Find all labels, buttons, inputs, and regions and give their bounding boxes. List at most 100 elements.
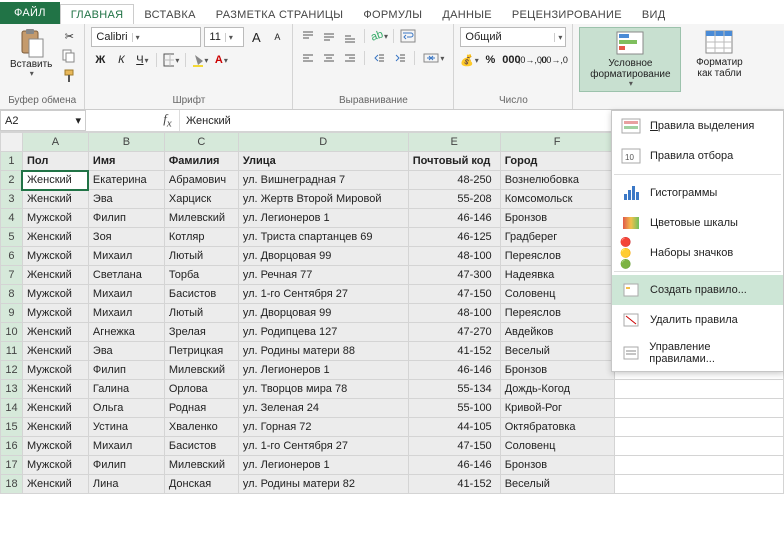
cell-B14[interactable]: Ольга [88,399,164,418]
cell-A8[interactable]: Мужской [22,285,88,304]
cell-F7[interactable]: Надеявка [500,266,614,285]
align-bottom-button[interactable] [341,27,359,45]
menu-manage-rules[interactable]: Управление правилами... [612,335,783,371]
cell-G17[interactable] [614,456,783,475]
paste-button[interactable]: Вставить▾ [6,27,56,81]
cell-F4[interactable]: Бронзов [500,209,614,228]
cell-F18[interactable]: Веселый [500,475,614,494]
row-header-18[interactable]: 18 [1,475,23,494]
cell-C15[interactable]: Хваленко [164,418,238,437]
cell-E15[interactable]: 44-105 [408,418,500,437]
cell-D14[interactable]: ул. Зеленая 24 [238,399,408,418]
cell-F10[interactable]: Авдейков [500,323,614,342]
cell-F9[interactable]: Переяслов [500,304,614,323]
fill-color-button[interactable]: ▾ [191,51,209,69]
cell-C2[interactable]: Абрамович [164,171,238,190]
cell-B15[interactable]: Устина [88,418,164,437]
cell-C1[interactable]: Фамилия [164,152,238,171]
cell-A2[interactable]: Женский [22,171,88,190]
cell-C8[interactable]: Басистов [164,285,238,304]
cell-D5[interactable]: ул. Триста спартанцев 69 [238,228,408,247]
wrap-text-button[interactable] [399,27,417,45]
cell-B10[interactable]: Агнежка [88,323,164,342]
cell-E11[interactable]: 41-152 [408,342,500,361]
cell-E12[interactable]: 46-146 [408,361,500,380]
cell-B13[interactable]: Галина [88,380,164,399]
row-header-6[interactable]: 6 [1,247,23,266]
cell-D10[interactable]: ул. Родипцева 127 [238,323,408,342]
cell-F13[interactable]: Дождь-Когод [500,380,614,399]
cell-A18[interactable]: Женский [22,475,88,494]
cell-C14[interactable]: Родная [164,399,238,418]
cell-C5[interactable]: Котляр [164,228,238,247]
cell-F2[interactable]: Вознелюбовка [500,171,614,190]
cell-F3[interactable]: Комсомольск [500,190,614,209]
cell-A9[interactable]: Мужской [22,304,88,323]
row-header-9[interactable]: 9 [1,304,23,323]
row-header-14[interactable]: 14 [1,399,23,418]
align-middle-button[interactable] [320,27,338,45]
tab-formulas[interactable]: ФОРМУЛЫ [353,5,432,24]
cell-B7[interactable]: Светлана [88,266,164,285]
cell-A7[interactable]: Женский [22,266,88,285]
cell-C16[interactable]: Басистов [164,437,238,456]
number-format-combo[interactable]: Общий▾ [460,27,566,47]
cell-A12[interactable]: Мужской [22,361,88,380]
cell-E2[interactable]: 48-250 [408,171,500,190]
cell-C17[interactable]: Милевский [164,456,238,475]
cell-G18[interactable] [614,475,783,494]
cell-D15[interactable]: ул. Горная 72 [238,418,408,437]
font-name-combo[interactable]: Calibri▾ [91,27,201,47]
cell-D6[interactable]: ул. Дворцовая 99 [238,247,408,266]
menu-icon-sets[interactable]: 🔴🟡🟢 Наборы значков [612,238,783,268]
cell-F16[interactable]: Соловенц [500,437,614,456]
row-header-5[interactable]: 5 [1,228,23,247]
underline-button[interactable]: Ч▾ [133,51,151,69]
row-header-2[interactable]: 2 [1,171,23,190]
accounting-button[interactable]: 💰▾ [460,51,478,69]
cell-F8[interactable]: Соловенц [500,285,614,304]
cell-A4[interactable]: Мужской [22,209,88,228]
cell-C13[interactable]: Орлова [164,380,238,399]
cell-A16[interactable]: Мужской [22,437,88,456]
tab-data[interactable]: ДАННЫЕ [432,5,502,24]
cell-A10[interactable]: Женский [22,323,88,342]
font-size-combo[interactable]: 11▾ [204,27,244,47]
cell-G15[interactable] [614,418,783,437]
bold-button[interactable]: Ж [91,51,109,69]
cell-B6[interactable]: Михаил [88,247,164,266]
col-header-D[interactable]: D [238,133,408,152]
cell-D2[interactable]: ул. Вишнеградная 7 [238,171,408,190]
cell-B1[interactable]: Имя [88,152,164,171]
cell-E16[interactable]: 47-150 [408,437,500,456]
decrease-font-button[interactable]: A [268,28,286,46]
tab-view[interactable]: ВИД [632,5,676,24]
cell-C12[interactable]: Милевский [164,361,238,380]
cell-B12[interactable]: Филип [88,361,164,380]
menu-color-scales[interactable]: Цветовые шкалы [612,208,783,238]
cell-D3[interactable]: ул. Жертв Второй Мировой [238,190,408,209]
font-color-button[interactable]: A▾ [212,51,230,69]
cell-D13[interactable]: ул. Творцов мира 78 [238,380,408,399]
cell-G14[interactable] [614,399,783,418]
cell-C3[interactable]: Харциск [164,190,238,209]
merge-button[interactable]: ▾ [420,49,447,67]
cell-E18[interactable]: 41-152 [408,475,500,494]
cell-D18[interactable]: ул. Родины матери 82 [238,475,408,494]
col-header-A[interactable]: A [22,133,88,152]
row-header-4[interactable]: 4 [1,209,23,228]
menu-highlight-rules[interactable]: ППравила выделенияравила выделения [612,111,783,141]
cell-B11[interactable]: Эва [88,342,164,361]
cell-E9[interactable]: 48-100 [408,304,500,323]
menu-top-bottom-rules[interactable]: 10 Правила отбора [612,141,783,171]
align-center-button[interactable] [320,49,338,67]
cell-C4[interactable]: Милевский [164,209,238,228]
row-header-16[interactable]: 16 [1,437,23,456]
cell-E14[interactable]: 55-100 [408,399,500,418]
cell-D17[interactable]: ул. Легионеров 1 [238,456,408,475]
decrease-decimal-button[interactable]: ,00→,0 [544,51,562,69]
cell-E1[interactable]: Почтовый код [408,152,500,171]
borders-button[interactable]: ▾ [162,51,180,69]
row-header-15[interactable]: 15 [1,418,23,437]
cut-button[interactable]: ✂ [60,27,78,45]
